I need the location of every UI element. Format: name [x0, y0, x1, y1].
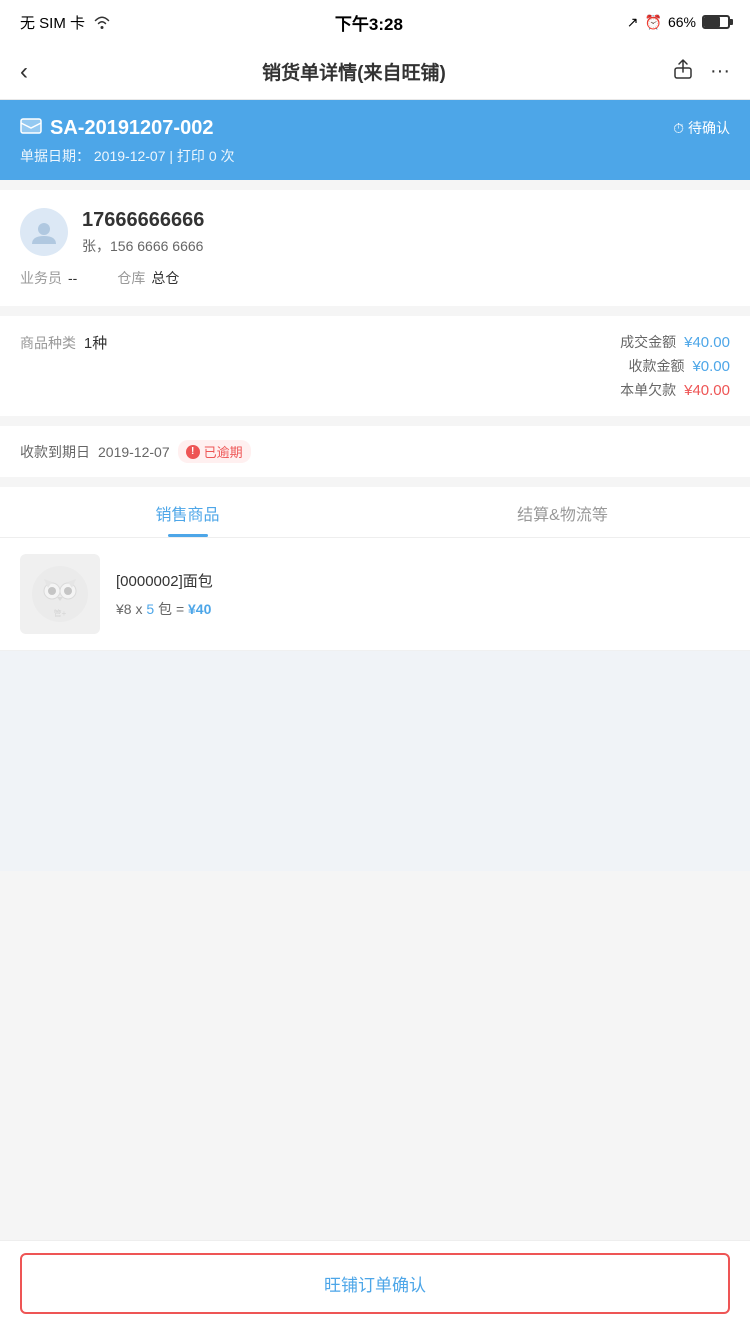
summary-section: 商品种类 1种 成交金额 ¥40.00 收款金额 ¥0.00 本单欠款 ¥40.… — [0, 316, 750, 416]
equals: = — [176, 601, 188, 617]
transaction-label: 成交金额 — [620, 332, 676, 352]
product-type-value: 1种 — [84, 335, 107, 352]
header-card: SA-20191207-002 ⏱ 待确认 单据日期： 2019-12-07 |… — [0, 100, 750, 180]
amounts: 成交金额 ¥40.00 收款金额 ¥0.00 本单欠款 ¥40.00 — [620, 332, 730, 400]
warehouse-label: 仓库 — [117, 268, 145, 288]
price-sep: x — [135, 601, 146, 617]
order-date-row: 单据日期： 2019-12-07 | 打印 0 次 — [20, 146, 730, 166]
tabs-header: 销售商品 结算&物流等 — [0, 487, 750, 538]
order-id-row: SA-20191207-002 ⏱ 待确认 — [20, 116, 730, 140]
confirm-order-button[interactable]: 旺铺订单确认 — [20, 1253, 730, 1314]
product-thumbnail: 管+ — [20, 554, 100, 634]
customer-name: 张，156 6666 6666 — [82, 236, 730, 256]
owed-label: 本单欠款 — [620, 380, 676, 400]
location-icon: ↗ — [627, 14, 639, 31]
customer-info: 17666666666 张，156 6666 6666 — [82, 209, 730, 256]
tab-settlement[interactable]: 结算&物流等 — [375, 487, 750, 537]
svg-text:管+: 管+ — [54, 608, 67, 618]
product-list: 管+ [0000002]面包 ¥8 x 5 包 = ¥40 — [0, 538, 750, 651]
product-image: 管+ — [30, 564, 90, 624]
back-button[interactable]: ‹ — [12, 50, 36, 94]
status-time: 下午3:28 — [335, 10, 403, 35]
product-info: [0000002]面包 ¥8 x 5 包 = ¥40 — [116, 570, 730, 619]
product-price-row: ¥8 x 5 包 = ¥40 — [116, 599, 730, 619]
status-left: 无 SIM 卡 — [20, 12, 111, 33]
battery-icon — [702, 15, 730, 29]
carrier-text: 无 SIM 卡 — [20, 12, 85, 33]
customer-phone: 17666666666 — [82, 209, 730, 232]
avatar — [20, 208, 68, 256]
receipt-row: 收款金额 ¥0.00 — [628, 356, 730, 376]
quantity: 5 — [146, 601, 154, 617]
customer-row: 17666666666 张，156 6666 6666 — [20, 208, 730, 256]
transaction-amount: ¥40.00 — [684, 334, 730, 351]
wifi-icon — [93, 15, 111, 29]
nav-actions: ··· — [672, 58, 730, 86]
status-bar: 无 SIM 卡 下午3:28 ↗ ⏰ 66% — [0, 0, 750, 44]
customer-section: 17666666666 张，156 6666 6666 业务员 -- 仓库 总仓 — [0, 190, 750, 306]
tab-sales-products[interactable]: 销售商品 — [0, 487, 375, 537]
owed-amount: ¥40.00 — [684, 382, 730, 399]
unit: 包 — [158, 601, 172, 617]
tabs-section: 销售商品 结算&物流等 — [0, 487, 750, 651]
owed-row: 本单欠款 ¥40.00 — [620, 380, 730, 400]
receipt-amount: ¥0.00 — [692, 358, 730, 375]
order-icon — [20, 116, 42, 140]
status-right: ↗ ⏰ 66% — [627, 14, 730, 31]
content-area — [0, 651, 750, 871]
nav-bar: ‹ 销货单详情(来自旺铺) ··· — [0, 44, 750, 100]
alarm-icon: ⏰ — [645, 14, 662, 31]
transaction-row: 成交金额 ¥40.00 — [620, 332, 730, 352]
order-id: SA-20191207-002 — [20, 116, 213, 140]
product-item: 管+ [0000002]面包 ¥8 x 5 包 = ¥40 — [0, 538, 750, 651]
product-name: [0000002]面包 — [116, 570, 730, 591]
overdue-label: 已逾期 — [204, 442, 243, 461]
total-price: ¥40 — [188, 601, 211, 617]
due-date-value: 2019-12-07 — [98, 444, 170, 460]
share-button[interactable] — [672, 58, 694, 86]
bottom-bar: 旺铺订单确认 — [0, 1240, 750, 1334]
order-status: ⏱ 待确认 — [673, 118, 730, 138]
due-date-section: 收款到期日 2019-12-07 ! 已逾期 — [0, 426, 750, 477]
salesman-info: 业务员 -- — [20, 268, 77, 288]
unit-price: ¥8 — [116, 601, 132, 617]
salesman-label: 业务员 — [20, 268, 62, 288]
battery-text: 66% — [668, 14, 696, 30]
product-type: 商品种类 1种 — [20, 332, 107, 353]
customer-meta: 业务员 -- 仓库 总仓 — [20, 268, 730, 288]
warehouse-info: 仓库 总仓 — [117, 268, 179, 288]
status-clock-icon: ⏱ — [673, 120, 684, 137]
overdue-badge: ! 已逾期 — [178, 440, 251, 463]
overdue-icon: ! — [186, 445, 200, 459]
warehouse-value: 总仓 — [151, 268, 179, 288]
salesman-value: -- — [68, 270, 77, 286]
summary-top: 商品种类 1种 成交金额 ¥40.00 收款金额 ¥0.00 本单欠款 ¥40.… — [20, 332, 730, 400]
product-type-label: 商品种类 — [20, 335, 76, 351]
due-date-label: 收款到期日 — [20, 442, 90, 462]
receipt-label: 收款金额 — [628, 356, 684, 376]
more-button[interactable]: ··· — [710, 60, 730, 83]
page-title: 销货单详情(来自旺铺) — [262, 58, 446, 85]
